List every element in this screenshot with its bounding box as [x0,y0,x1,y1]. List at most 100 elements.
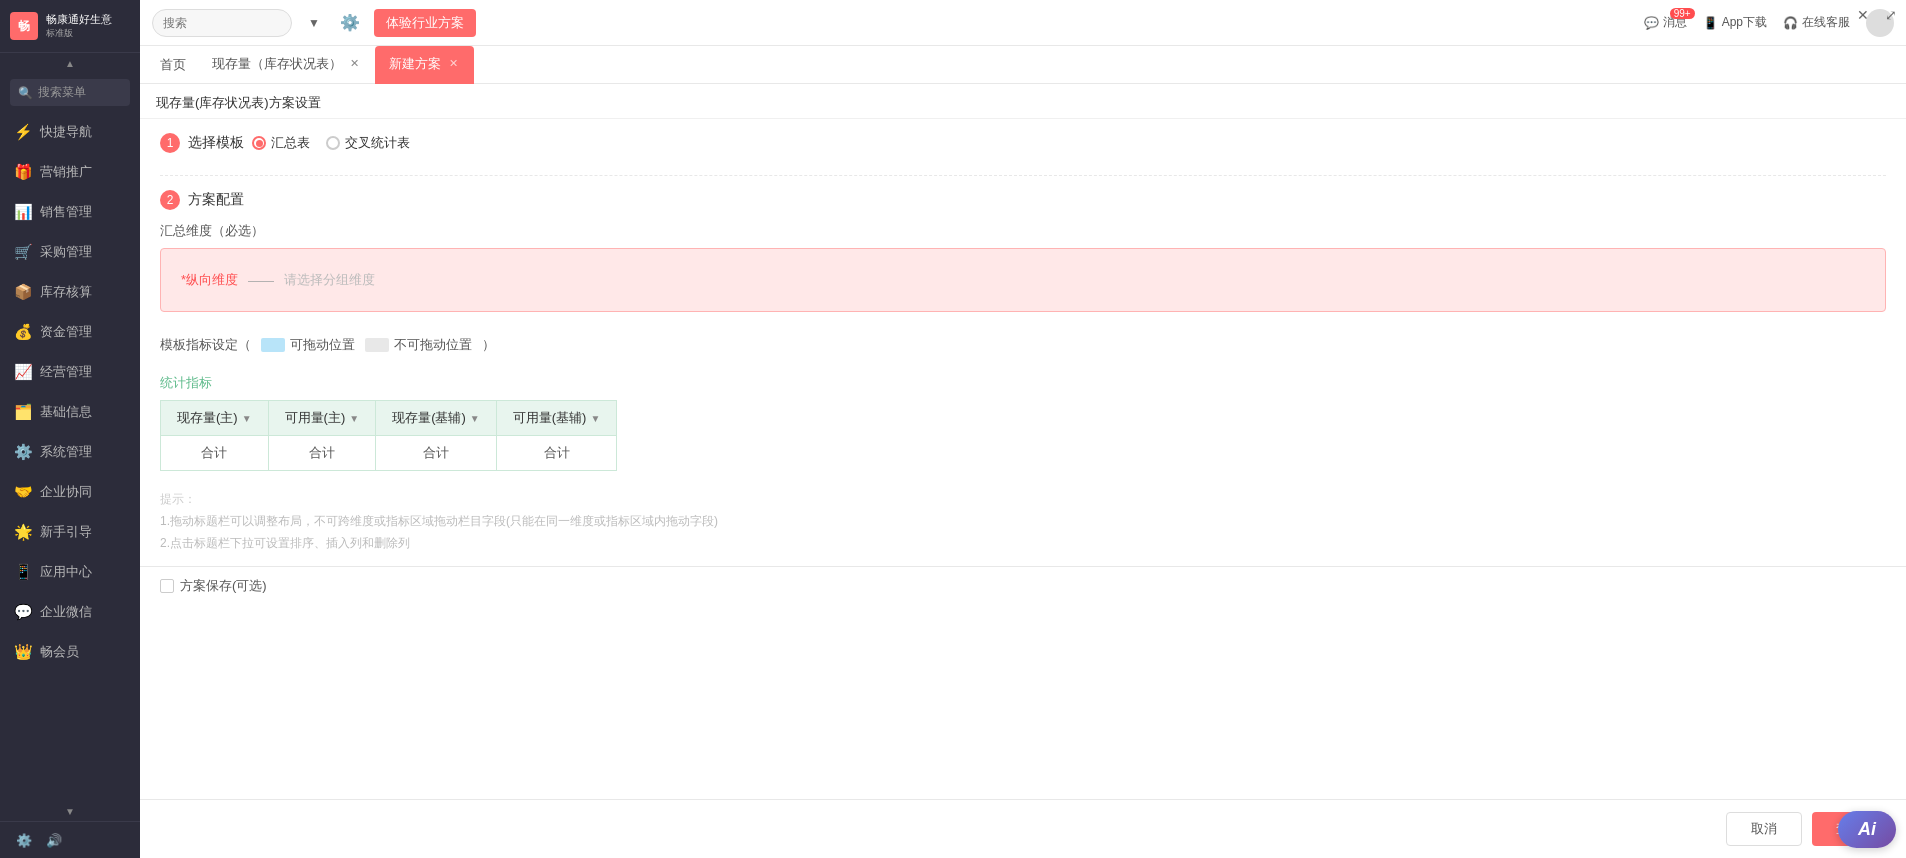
indicator-settings-section: 模板指标设定（ 可拖动位置 不可拖动位置 ） [140,336,1906,374]
app-download-button[interactable]: 📱 App下载 [1703,14,1767,31]
sidebar-item-basic-info[interactable]: 🗂️ 基础信息 [0,392,140,432]
message-button[interactable]: 💬 消息 99+ [1644,14,1687,31]
sidebar-search-item[interactable]: 🔍 搜索菜单 [10,79,130,106]
sidebar-item-purchase[interactable]: 🛒 采购管理 [0,232,140,272]
sidebar-scroll-down[interactable]: ▼ [0,801,140,821]
tips-section: 提示： 1.拖动标题栏可以调整布局，不可跨维度或指标区域拖动栏目字段(只能在同一… [140,481,1906,566]
section2-header: 2 方案配置 [160,190,1886,210]
col-current-aux[interactable]: 现存量(基辅) ▼ [376,401,497,436]
topbar: ▼ ⚙️ 体验行业方案 💬 消息 99+ 📱 App下载 🎧 在线客服 [140,0,1906,46]
statistics-section: 统计指标 现存量(主) ▼ 可用量 [140,374,1906,481]
stats-table-header-row: 现存量(主) ▼ 可用量(主) ▼ [161,401,617,436]
sidebar-nav: 🔍 搜索菜单 ⚡ 快捷导航 🎁 营销推广 📊 销售管理 🛒 采购管理 📦 库存核… [0,73,140,801]
section2-title: 方案配置 [188,191,244,209]
topbar-dropdown-button[interactable]: ▼ [302,11,326,35]
tip-item-1: 1.拖动标题栏可以调整布局，不可跨维度或指标区域拖动栏目字段(只能在同一维度或指… [160,512,1886,531]
radio-summary-circle [252,136,266,150]
content-area: 现存量(库存状况表)方案设置 1 选择模板 汇总表 交叉统计表 [140,84,1906,799]
bottom-action-bar: 取消 查询 [140,799,1906,858]
stats-cell-0: 合计 [161,436,269,471]
col-current-main[interactable]: 现存量(主) ▼ [161,401,269,436]
app-center-icon: 📱 [14,563,32,581]
section-plan-config: 2 方案配置 汇总维度（必选） *纵向维度 —— 请选择分组维度 [140,176,1906,336]
dim-required-label: *纵向维度 [181,271,238,289]
system-icon: ⚙️ [14,443,32,461]
expand-window-icon[interactable]: ⤢ [1880,4,1902,26]
sidebar-item-sales[interactable]: 📊 销售管理 [0,192,140,232]
sidebar-item-system[interactable]: ⚙️ 系统管理 [0,432,140,472]
tab-new-plan[interactable]: 新建方案 ✕ [375,46,474,84]
dim-placeholder-text: 请选择分组维度 [284,271,375,289]
stats-cell-3: 合计 [496,436,617,471]
dim-section-label: 汇总维度（必选） [160,222,1886,240]
tab-inventory-status[interactable]: 现存量（库存状况表） ✕ [198,46,375,84]
message-icon: 💬 [1644,16,1659,30]
tabs-bar: 首页 现存量（库存状况表） ✕ 新建方案 ✕ [140,46,1906,84]
indicator-settings-label: 模板指标设定（ 可拖动位置 不可拖动位置 ） [160,336,1886,354]
tab-new-plan-close-icon[interactable]: ✕ [446,57,460,71]
section1-title: 选择模板 [188,134,244,152]
non-draggable-position-indicator [365,338,389,352]
checkbox-box [160,579,174,593]
main-content: ▼ ⚙️ 体验行业方案 💬 消息 99+ 📱 App下载 🎧 在线客服 首页 [140,0,1906,858]
sidebar-item-app-center[interactable]: 📱 应用中心 [0,552,140,592]
radio-summary-table[interactable]: 汇总表 [252,134,310,152]
template-radio-group: 汇总表 交叉统计表 [252,134,410,152]
sidebar-item-inventory[interactable]: 📦 库存核算 [0,272,140,312]
stats-cell-2: 合计 [376,436,497,471]
topbar-settings-icon[interactable]: ⚙️ [336,9,364,37]
tips-title-text: 提示： [160,491,1886,508]
sales-icon: 📊 [14,203,32,221]
stats-table: 现存量(主) ▼ 可用量(主) ▼ [160,400,617,471]
finance-icon: 💰 [14,323,32,341]
sidebar-scroll-up[interactable]: ▲ [0,53,140,73]
col-available-aux[interactable]: 可用量(基辅) ▼ [496,401,617,436]
tip-item-2: 2.点击标题栏下拉可设置排序、插入列和删除列 [160,534,1886,553]
topbar-search-input[interactable] [152,9,292,37]
stats-cell-1: 合计 [268,436,376,471]
trial-industry-button[interactable]: 体验行业方案 [374,9,476,37]
app-logo-icon: 畅 [10,12,38,40]
inventory-icon: 📦 [14,283,32,301]
section-template: 1 选择模板 汇总表 交叉统计表 [140,119,1906,175]
search-icon: 🔍 [18,86,33,100]
sidebar-item-business[interactable]: 📈 经营管理 [0,352,140,392]
radio-cross-table[interactable]: 交叉统计表 [326,134,410,152]
col3-dropdown-icon: ▼ [590,413,600,424]
online-service-button[interactable]: 🎧 在线客服 [1783,14,1850,31]
basic-info-icon: 🗂️ [14,403,32,421]
sidebar-item-enterprise[interactable]: 🤝 企业协同 [0,472,140,512]
sidebar-item-wechat[interactable]: 💬 企业微信 [0,592,140,632]
stats-table-row: 合计 合计 合计 合计 [161,436,617,471]
radio-cross-circle [326,136,340,150]
dim-dash: —— [248,273,274,288]
business-icon: 📈 [14,363,32,381]
section1-header: 1 选择模板 汇总表 交叉统计表 [160,133,1886,153]
cancel-button[interactable]: 取消 [1726,812,1802,846]
section1-number: 1 [160,133,180,153]
ai-badge[interactable]: Ai [1838,811,1896,848]
non-draggable-legend: 不可拖动位置 [365,336,472,354]
dimension-selection-box[interactable]: *纵向维度 —— 请选择分组维度 [160,248,1886,312]
col0-dropdown-icon: ▼ [242,413,252,424]
purchase-icon: 🛒 [14,243,32,261]
save-plan-checkbox[interactable]: 方案保存(可选) [160,577,267,595]
tab-inventory-close-icon[interactable]: ✕ [347,57,361,71]
sidebar-item-newbie[interactable]: 🌟 新手引导 [0,512,140,552]
tab-home[interactable]: 首页 [148,46,198,84]
col-available-main[interactable]: 可用量(主) ▼ [268,401,376,436]
enterprise-icon: 🤝 [14,483,32,501]
col1-dropdown-icon: ▼ [349,413,359,424]
sidebar-bottom-bar: ⚙️ 🔊 [0,821,140,858]
settings-icon[interactable]: ⚙️ [14,830,34,850]
close-window-icon[interactable]: ✕ [1852,4,1874,26]
speaker-icon[interactable]: 🔊 [44,830,64,850]
app-name-text: 畅康通好生意 标准版 [46,12,112,39]
quick-nav-icon: ⚡ [14,123,32,141]
sidebar-item-quick-nav[interactable]: ⚡ 快捷导航 [0,112,140,152]
col2-dropdown-icon: ▼ [470,413,480,424]
sidebar-item-finance[interactable]: 💰 资金管理 [0,312,140,352]
sidebar-item-membership[interactable]: 👑 畅会员 [0,632,140,672]
sidebar-item-marketing[interactable]: 🎁 营销推广 [0,152,140,192]
form-footer: 方案保存(可选) [140,566,1906,605]
